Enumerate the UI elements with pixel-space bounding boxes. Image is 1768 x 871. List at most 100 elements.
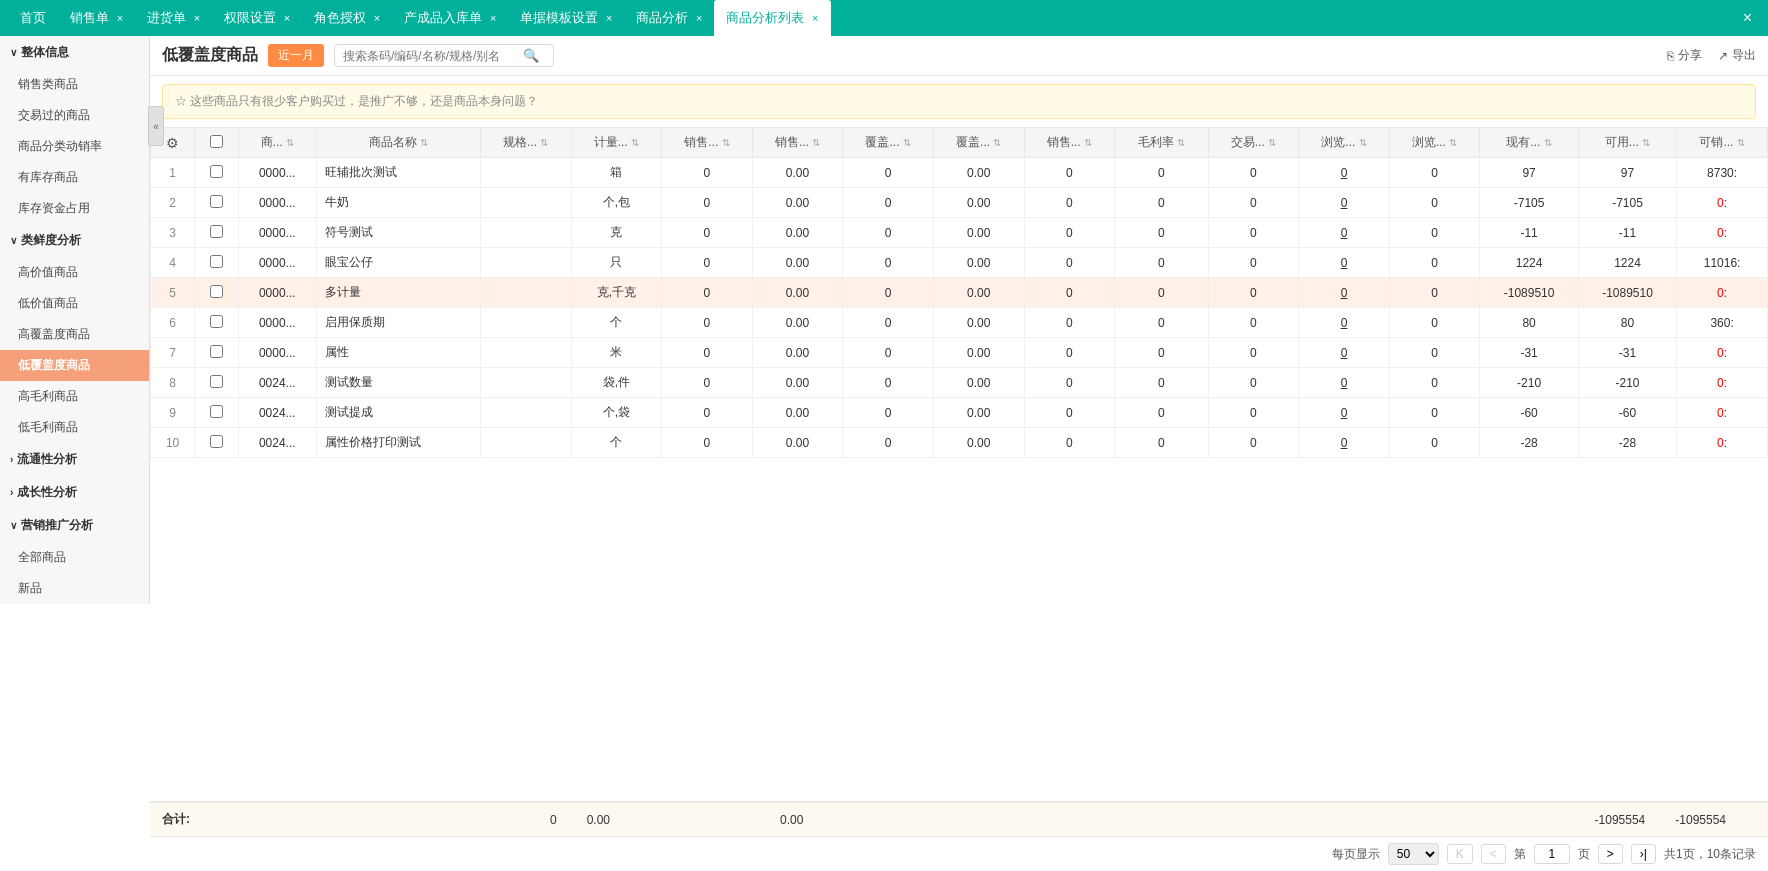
- col-trade[interactable]: 交易... ⇅: [1208, 128, 1299, 158]
- col-checkbox[interactable]: [195, 128, 239, 158]
- sidebar-section-freshness[interactable]: ∨ 类鲜度分析: [0, 224, 149, 257]
- last-page-button[interactable]: ›|: [1631, 844, 1656, 864]
- nav-close-analysis[interactable]: ×: [696, 12, 702, 24]
- col-spec[interactable]: 规格... ⇅: [480, 128, 571, 158]
- sidebar-item-high-coverage[interactable]: 高覆盖度商品: [0, 319, 149, 350]
- sidebar-item-high-value[interactable]: 高价值商品: [0, 257, 149, 288]
- row-checkbox[interactable]: [195, 278, 239, 308]
- row-browse1[interactable]: 0: [1299, 398, 1390, 428]
- page-size-select[interactable]: 50 100 200: [1388, 843, 1439, 865]
- sidebar-section-marketing[interactable]: ∨ 营销推广分析: [0, 509, 149, 542]
- col-sales-amount[interactable]: 销售... ⇅: [752, 128, 843, 158]
- row-checkbox[interactable]: [195, 218, 239, 248]
- col-gross-rate[interactable]: 毛利率 ⇅: [1115, 128, 1209, 158]
- period-button[interactable]: 近一月: [268, 44, 324, 67]
- col-sellable[interactable]: 可销... ⇅: [1677, 128, 1768, 158]
- first-page-button[interactable]: K: [1447, 844, 1473, 864]
- row-browse1[interactable]: 0: [1299, 278, 1390, 308]
- sidebar-item-capital[interactable]: 库存资金占用: [0, 193, 149, 224]
- row-current-stock: -31: [1480, 338, 1578, 368]
- row-browse1[interactable]: 0: [1299, 158, 1390, 188]
- nav-tab-template[interactable]: 单据模板设置 ×: [508, 0, 624, 36]
- sidebar-section-overall[interactable]: ∨ 整体信息: [0, 36, 149, 69]
- row-checkbox[interactable]: [195, 398, 239, 428]
- sidebar-item-low-coverage[interactable]: 低覆盖度商品: [0, 350, 149, 381]
- nav-close-permissions[interactable]: ×: [284, 12, 290, 24]
- row-name: 属性: [316, 338, 480, 368]
- nav-close-sales[interactable]: ×: [117, 12, 123, 24]
- sidebar-item-in-stock[interactable]: 有库存商品: [0, 162, 149, 193]
- sidebar-item-traded-goods[interactable]: 交易过的商品: [0, 100, 149, 131]
- nav-close-purchase[interactable]: ×: [194, 12, 200, 24]
- export-button[interactable]: ↗ 导出: [1718, 47, 1756, 64]
- col-current-stock[interactable]: 现有... ⇅: [1480, 128, 1578, 158]
- nav-tab-permissions[interactable]: 权限设置 ×: [212, 0, 302, 36]
- row-checkbox[interactable]: [195, 188, 239, 218]
- col-browse1[interactable]: 浏览... ⇅: [1299, 128, 1390, 158]
- window-close-button[interactable]: ×: [1735, 9, 1760, 27]
- row-browse1[interactable]: 0: [1299, 188, 1390, 218]
- sidebar-section-circulation[interactable]: › 流通性分析: [0, 443, 149, 476]
- select-all-checkbox[interactable]: [210, 135, 223, 148]
- row-checkbox[interactable]: [195, 308, 239, 338]
- search-icon[interactable]: 🔍: [523, 48, 539, 63]
- next-page-button[interactable]: >: [1598, 844, 1623, 864]
- col-available-stock[interactable]: 可用... ⇅: [1578, 128, 1676, 158]
- page-label: 第: [1514, 846, 1526, 863]
- sidebar-section-growth[interactable]: › 成长性分析: [0, 476, 149, 509]
- row-browse1[interactable]: 0: [1299, 338, 1390, 368]
- row-browse1[interactable]: 0: [1299, 368, 1390, 398]
- nav-close-analysis-list[interactable]: ×: [812, 12, 818, 24]
- row-num: 6: [151, 308, 195, 338]
- nav-tab-purchase[interactable]: 进货单 ×: [135, 0, 212, 36]
- col-coverage1[interactable]: 覆盖... ⇅: [843, 128, 934, 158]
- row-gross-rate: 0: [1115, 338, 1209, 368]
- row-browse1[interactable]: 0: [1299, 248, 1390, 278]
- row-browse1[interactable]: 0: [1299, 218, 1390, 248]
- nav-close-roles[interactable]: ×: [374, 12, 380, 24]
- row-sellable: 0:: [1677, 398, 1768, 428]
- sidebar-item-low-profit[interactable]: 低毛利商品: [0, 412, 149, 443]
- sidebar-collapse-button[interactable]: «: [148, 106, 164, 146]
- sidebar-item-all-goods[interactable]: 全部商品: [0, 542, 149, 573]
- row-browse2: 0: [1389, 308, 1480, 338]
- sidebar-item-sales-goods[interactable]: 销售类商品: [0, 69, 149, 100]
- row-checkbox[interactable]: [195, 368, 239, 398]
- nav-close-template[interactable]: ×: [606, 12, 612, 24]
- row-checkbox[interactable]: [195, 428, 239, 458]
- nav-tab-home[interactable]: 首页: [8, 0, 58, 36]
- sidebar-item-category-rate[interactable]: 商品分类动销率: [0, 131, 149, 162]
- total-available-stock: -1095554: [1675, 813, 1726, 827]
- row-checkbox[interactable]: [195, 338, 239, 368]
- nav-tab-analysis[interactable]: 商品分析 ×: [624, 0, 714, 36]
- row-browse1[interactable]: 0: [1299, 428, 1390, 458]
- col-sales-qty[interactable]: 销售... ⇅: [662, 128, 753, 158]
- row-code: 0024...: [238, 398, 316, 428]
- nav-tab-products[interactable]: 产成品入库单 ×: [392, 0, 508, 36]
- sidebar-item-new-goods[interactable]: 新品: [0, 573, 149, 604]
- col-coverage2[interactable]: 覆盖... ⇅: [933, 128, 1024, 158]
- col-sales3[interactable]: 销售... ⇅: [1024, 128, 1115, 158]
- search-input[interactable]: [343, 49, 523, 63]
- share-button[interactable]: ⎘ 分享: [1667, 47, 1702, 64]
- page-number-input[interactable]: [1534, 844, 1570, 864]
- col-unit[interactable]: 计量... ⇅: [571, 128, 662, 158]
- col-browse2[interactable]: 浏览... ⇅: [1389, 128, 1480, 158]
- nav-tab-sales[interactable]: 销售单 ×: [58, 0, 135, 36]
- sidebar-item-high-profit[interactable]: 高毛利商品: [0, 381, 149, 412]
- nav-tab-roles[interactable]: 角色授权 ×: [302, 0, 392, 36]
- row-current-stock: -1089510: [1480, 278, 1578, 308]
- row-checkbox[interactable]: [195, 158, 239, 188]
- row-available-stock: 97: [1578, 158, 1676, 188]
- col-code[interactable]: 商... ⇅: [238, 128, 316, 158]
- col-name[interactable]: 商品名称 ⇅: [316, 128, 480, 158]
- settings-icon[interactable]: ⚙: [166, 135, 179, 151]
- prev-page-button[interactable]: <: [1481, 844, 1506, 864]
- nav-tab-analysis-list[interactable]: 商品分析列表 ×: [714, 0, 830, 36]
- row-current-stock: 97: [1480, 158, 1578, 188]
- sidebar-item-low-value[interactable]: 低价值商品: [0, 288, 149, 319]
- row-gross-rate: 0: [1115, 188, 1209, 218]
- row-browse1[interactable]: 0: [1299, 308, 1390, 338]
- nav-close-products[interactable]: ×: [490, 12, 496, 24]
- row-checkbox[interactable]: [195, 248, 239, 278]
